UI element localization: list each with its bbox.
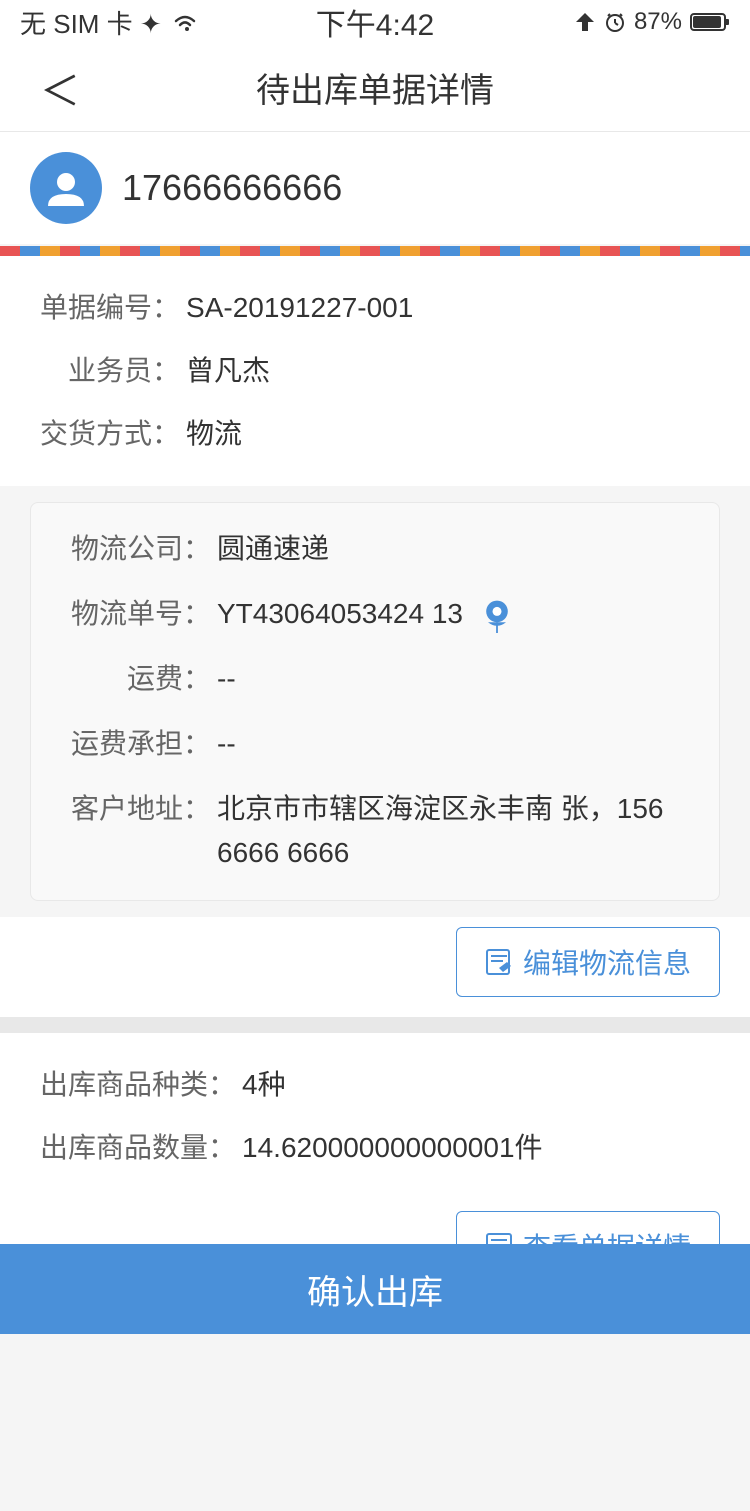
delivery-label: 交货方式：: [40, 412, 180, 457]
status-bar-left: 无 SIM 卡 ✦: [20, 4, 200, 41]
logistics-tracking-row: 物流单号： YT43064053424 13: [61, 592, 689, 637]
user-phone: 17666666666: [122, 167, 342, 209]
status-bar-time: 下午4:42: [316, 0, 434, 44]
logistics-bearer-row: 运费承担： --: [61, 722, 689, 767]
order-no-label: 单据编号：: [40, 286, 180, 331]
bottom-spacer: [0, 1311, 750, 1511]
logistics-freight-row: 运费： --: [61, 657, 689, 702]
logistics-freight-value: --: [217, 657, 689, 702]
logistics-address-label: 客户地址：: [61, 787, 211, 832]
confirm-outbound-button[interactable]: 确认出库: [0, 1244, 750, 1334]
alarm-icon: [604, 11, 626, 33]
logistics-bearer-value: --: [217, 722, 689, 767]
salesman-row: 业务员： 曾凡杰: [40, 349, 710, 394]
order-info-section: 单据编号： SA-20191227-001 业务员： 曾凡杰 交货方式： 物流: [0, 256, 750, 486]
types-row: 出库商品种类： 4种: [40, 1063, 710, 1108]
wifi-icon: [170, 11, 200, 33]
quantity-section: 出库商品种类： 4种 出库商品数量： 14.620000000000001件: [0, 1033, 750, 1201]
edit-logistics-label: 编辑物流信息: [523, 942, 691, 982]
logistics-company-row: 物流公司： 圆通速递: [61, 527, 689, 572]
edit-icon: [485, 948, 513, 976]
edit-logistics-button[interactable]: 编辑物流信息: [456, 927, 720, 997]
edit-logistics-container: 编辑物流信息: [0, 917, 750, 1017]
avatar: [30, 152, 102, 224]
logistics-bearer-label: 运费承担：: [61, 722, 211, 767]
map-pin-icon[interactable]: [479, 597, 515, 633]
user-bar: 17666666666: [0, 132, 750, 244]
logistics-tracking-label: 物流单号：: [61, 592, 211, 637]
decorative-border: [0, 246, 750, 256]
tracking-number-text: YT43064053424 13: [217, 592, 463, 637]
battery-icon: [690, 11, 730, 33]
salesman-value: 曾凡杰: [186, 349, 710, 394]
logistics-address-row: 客户地址： 北京市市辖区海淀区永丰南 张，156 6666 6666: [61, 787, 689, 877]
salesman-label: 业务员：: [40, 349, 180, 394]
types-value: 4种: [242, 1063, 710, 1108]
page-title: 待出库单据详情: [256, 63, 494, 112]
nav-bar: ＜ 待出库单据详情: [0, 44, 750, 132]
logistics-company-value: 圆通速递: [217, 527, 689, 572]
back-button[interactable]: ＜: [30, 49, 90, 127]
count-label: 出库商品数量：: [40, 1126, 236, 1171]
logistics-freight-label: 运费：: [61, 657, 211, 702]
logistics-card: 物流公司： 圆通速递 物流单号： YT43064053424 13 运费： --…: [30, 502, 720, 901]
logistics-tracking-value: YT43064053424 13: [217, 592, 689, 637]
order-no-value: SA-20191227-001: [186, 286, 710, 331]
confirm-btn-container: 确认出库: [0, 1244, 750, 1334]
section-divider: [0, 1017, 750, 1033]
location-arrow-icon: [574, 11, 596, 33]
sim-status: 无 SIM 卡 ✦: [20, 4, 162, 41]
logistics-address-value: 北京市市辖区海淀区永丰南 张，156 6666 6666: [217, 787, 689, 877]
delivery-value: 物流: [186, 412, 710, 457]
logistics-company-label: 物流公司：: [61, 527, 211, 572]
status-bar: 无 SIM 卡 ✦ 下午4:42 87%: [0, 0, 750, 44]
types-label: 出库商品种类：: [40, 1063, 236, 1108]
delivery-row: 交货方式： 物流: [40, 412, 710, 457]
order-no-row: 单据编号： SA-20191227-001: [40, 286, 710, 331]
count-row: 出库商品数量： 14.620000000000001件: [40, 1126, 710, 1171]
status-bar-right: 87%: [574, 8, 730, 36]
battery-text: 87%: [634, 8, 682, 36]
count-value: 14.620000000000001件: [242, 1126, 710, 1171]
avatar-icon: [44, 166, 88, 210]
